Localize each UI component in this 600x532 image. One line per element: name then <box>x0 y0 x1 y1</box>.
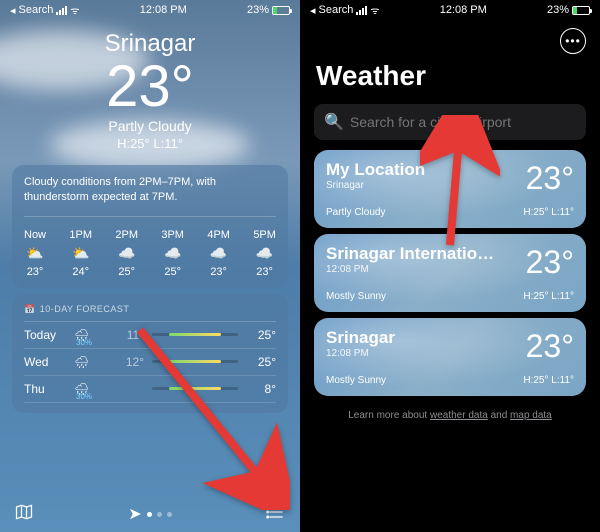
status-bar: Search ᯤ 12:08 PM 23% <box>300 0 600 20</box>
battery-icon <box>572 6 590 15</box>
learn-more: Learn more about weather data and map da… <box>300 402 600 429</box>
page-dots[interactable]: ➤ <box>128 504 171 524</box>
signal-icon <box>356 6 367 15</box>
hour-item: 2PM☁️25° <box>115 225 138 278</box>
forecast-row[interactable]: Today🌧30%11°25° <box>24 322 276 349</box>
wifi-icon: ᯤ <box>70 3 79 17</box>
summary-text: Cloudy conditions from 2PM–7PM, with thu… <box>24 175 276 206</box>
back-label[interactable]: Search <box>319 4 354 16</box>
hour-item: Now⛅23° <box>24 225 46 278</box>
hour-item: 5PM☁️23° <box>253 225 276 278</box>
tab-bar: ➤ <box>0 496 300 532</box>
page-title: Weather <box>300 20 600 100</box>
hour-item: 3PM☁️25° <box>161 225 184 278</box>
wifi-icon: ᯤ <box>370 3 379 17</box>
hour-item: 1PM⛅24° <box>69 225 92 278</box>
list-icon[interactable] <box>266 502 286 527</box>
battery-pct: 23% <box>247 4 269 16</box>
hourly-card[interactable]: Cloudy conditions from 2PM–7PM, with thu… <box>12 165 288 288</box>
status-time: 12:08 PM <box>140 4 187 16</box>
battery-pct: 23% <box>547 4 569 16</box>
forecast-row[interactable]: Wed🌧12°25° <box>24 349 276 376</box>
location-card[interactable]: My LocationSrinagar23°Partly CloudyH:25°… <box>314 150 586 228</box>
hi-lo: H:25° L:11° <box>0 136 300 151</box>
location-card[interactable]: Srinagar12:08 PM23°Mostly SunnyH:25° L:1… <box>314 318 586 396</box>
hourly-forecast[interactable]: Now⛅23° 1PM⛅24° 2PM☁️25° 3PM☁️25° 4PM☁️23° 5P… <box>24 216 276 278</box>
signal-icon <box>56 6 67 15</box>
forecast-title: 📅 10-DAY FORECAST <box>24 304 276 322</box>
weather-list-screen: Search ᯤ 12:08 PM 23% ••• Weather 🔍 My L… <box>300 0 600 532</box>
search-icon: 🔍 <box>324 112 344 132</box>
search-input[interactable]: 🔍 <box>314 104 586 140</box>
status-time: 12:08 PM <box>440 4 487 16</box>
location-card[interactable]: Srinagar Internatio…12:08 PM23°Mostly Su… <box>314 234 586 312</box>
map-icon[interactable] <box>14 502 34 527</box>
forecast-row[interactable]: Thu🌧30%8° <box>24 376 276 403</box>
condition: Partly Cloudy <box>0 118 300 134</box>
weather-data-link[interactable]: weather data <box>430 410 488 421</box>
weather-detail-screen: Search ᯤ 12:08 PM 23% Srinagar 23° Partl… <box>0 0 300 532</box>
location-arrow-icon: ➤ <box>128 504 141 524</box>
more-button[interactable]: ••• <box>560 28 586 54</box>
hour-item: 4PM☁️23° <box>207 225 230 278</box>
battery-icon <box>272 6 290 15</box>
current-weather: Srinagar 23° Partly Cloudy H:25° L:11° <box>0 20 300 159</box>
map-data-link[interactable]: map data <box>510 410 552 421</box>
current-temp: 23° <box>0 58 300 116</box>
forecast-card[interactable]: 📅 10-DAY FORECAST Today🌧30%11°25°Wed🌧12°… <box>12 294 288 413</box>
search-field[interactable] <box>350 114 576 130</box>
back-label[interactable]: Search <box>19 4 54 16</box>
status-bar: Search ᯤ 12:08 PM 23% <box>0 0 300 20</box>
